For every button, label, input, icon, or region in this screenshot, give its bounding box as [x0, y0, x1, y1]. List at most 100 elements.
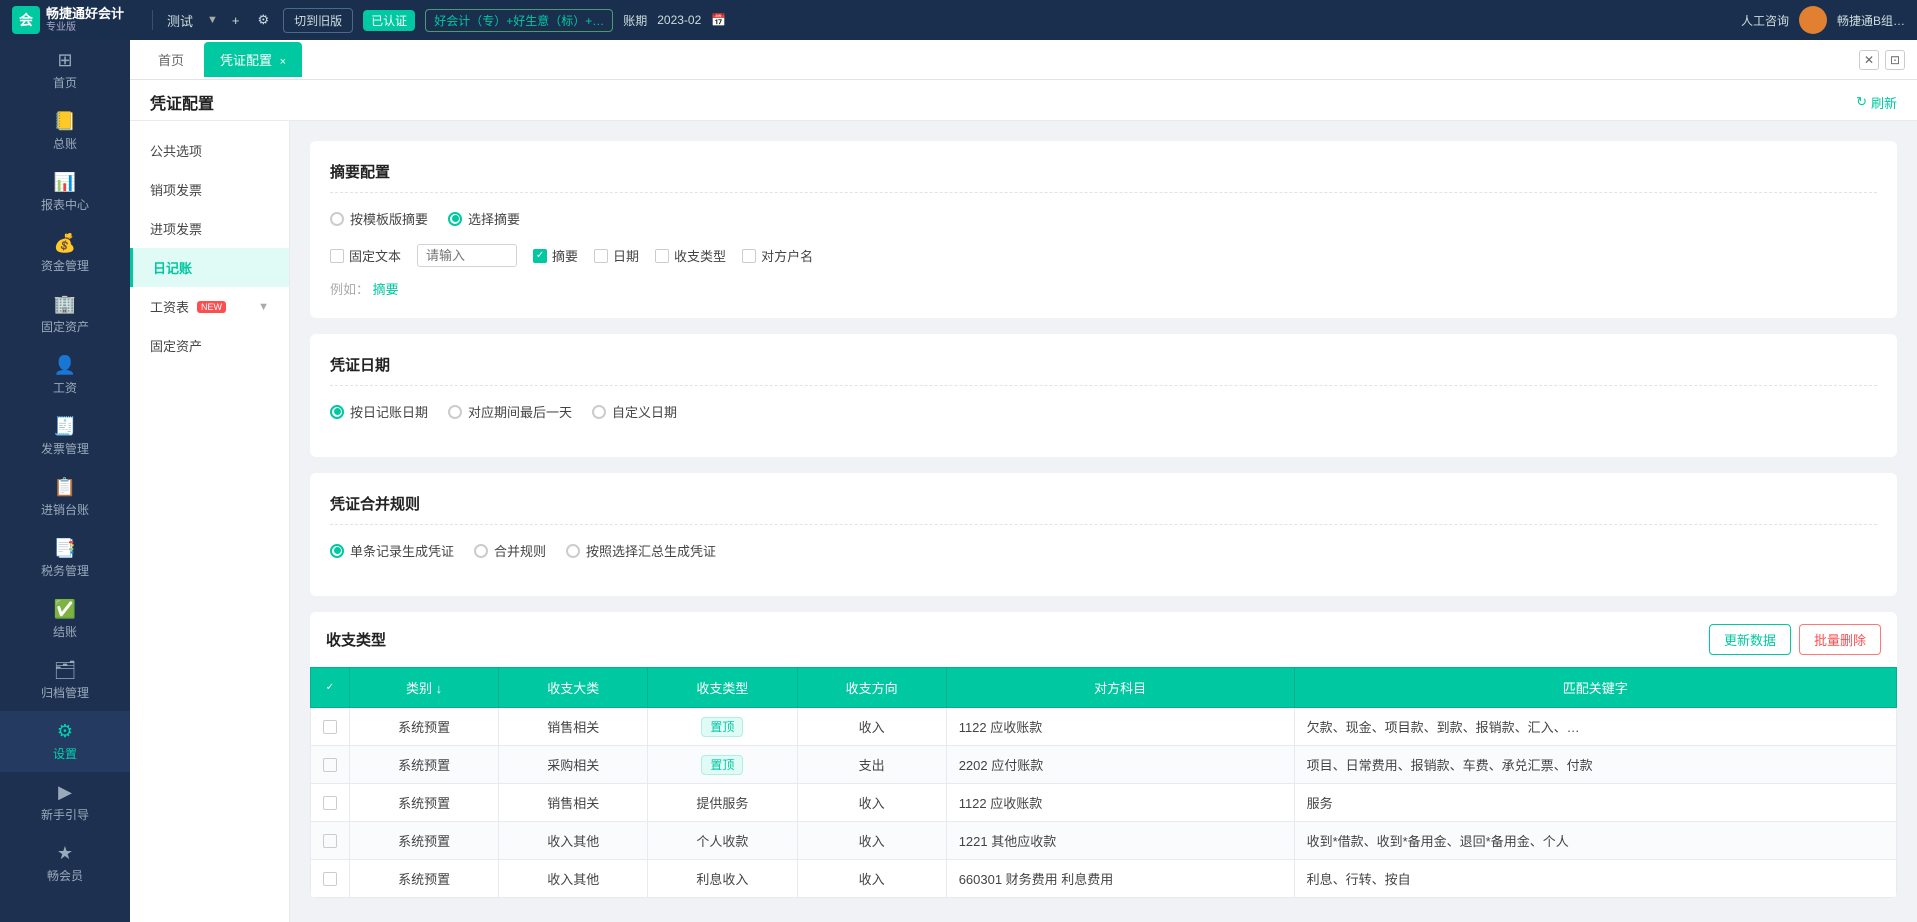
period-value[interactable]: 2023-02	[657, 13, 701, 27]
nav-fixed-assets[interactable]: 固定资产	[130, 326, 289, 365]
window-close-btn[interactable]: ✕	[1859, 50, 1879, 70]
row-sub-type-4: 利息收入	[648, 860, 797, 898]
date-radio-group: 按日记账日期 对应期间最后一天 自定义日期	[330, 402, 1877, 421]
row-checkbox-cell-4[interactable]	[311, 860, 350, 898]
table-row: 系统预置 采购相关 置顶 支出 2202 应付账款 项目、日常费用、报销款、车费…	[311, 746, 1897, 784]
checkbox-group: 固定文本 ✓ 摘要 日期 收支类型	[330, 244, 1877, 267]
nav-purchase[interactable]: 进项发票	[130, 209, 289, 248]
cb-summary[interactable]: ✓ 摘要	[533, 246, 578, 265]
date-section-title: 凭证日期	[330, 354, 1877, 386]
radio-period-last[interactable]: 对应期间最后一天	[448, 402, 572, 421]
sidebar-item-assets[interactable]: 🏢 固定资产	[0, 284, 130, 345]
row-checkbox-cell-1[interactable]	[311, 746, 350, 784]
radio-circle-period-last	[448, 405, 462, 419]
sidebar-item-purchases[interactable]: 📋 进销台账	[0, 467, 130, 528]
cb-counterparty[interactable]: 对方户名	[742, 246, 813, 265]
row-direction-2: 收入	[797, 784, 946, 822]
income-table-section: 收支类型 更新数据 批量删除 ✓ 类别 ↓	[310, 612, 1897, 898]
nav-journal[interactable]: 日记账	[130, 248, 289, 287]
consult-btn[interactable]: 人工咨询	[1741, 12, 1789, 29]
refresh-icon: ↻	[1856, 94, 1867, 110]
row-checkbox-2[interactable]	[323, 796, 337, 810]
cb-fixed-text[interactable]: 固定文本	[330, 246, 401, 265]
sidebar-item-guide[interactable]: ▶ 新手引导	[0, 772, 130, 833]
radio-summary-gen[interactable]: 按照选择汇总生成凭证	[566, 541, 716, 560]
window-maximize-btn[interactable]: ⊡	[1885, 50, 1905, 70]
badge-certified[interactable]: 已认证	[363, 10, 415, 31]
row-checkbox-1[interactable]	[323, 758, 337, 772]
nav-public[interactable]: 公共选项	[130, 131, 289, 170]
sidebar-item-payroll[interactable]: 👤 工资	[0, 345, 130, 406]
settings-icon: ⚙	[57, 721, 73, 742]
calendar-icon[interactable]: 📅	[711, 13, 726, 27]
period-label: 账期	[623, 12, 647, 29]
sidebar-item-funds[interactable]: 💰 资金管理	[0, 223, 130, 284]
row-checkbox-3[interactable]	[323, 834, 337, 848]
nav-sales[interactable]: 销项发票	[130, 170, 289, 209]
batch-delete-btn[interactable]: 批量删除	[1799, 624, 1881, 655]
topbar-dropdown[interactable]: ▼	[207, 14, 218, 26]
topbar-nav-test[interactable]: 测试	[163, 11, 197, 30]
th-select-all[interactable]: ✓	[311, 668, 350, 708]
table-actions: 更新数据 批量删除	[1709, 624, 1881, 655]
refresh-btn[interactable]: ↻ 刷新	[1856, 93, 1897, 112]
cb-date[interactable]: 日期	[594, 246, 639, 265]
user-name[interactable]: 畅捷通B组…	[1837, 12, 1905, 29]
tab-home[interactable]: 首页	[142, 42, 200, 77]
sidebar-item-settings[interactable]: ⚙ 设置	[0, 711, 130, 772]
row-tag-0[interactable]: 置顶	[701, 717, 743, 737]
th-direction: 收支方向	[797, 668, 946, 708]
sidebar-item-tax[interactable]: 📑 税务管理	[0, 528, 130, 589]
row-checkbox-4[interactable]	[323, 872, 337, 886]
archive-icon: 🗂	[54, 660, 77, 681]
tab-close-icon[interactable]: ×	[280, 56, 286, 68]
logo-icon: 会	[12, 6, 40, 34]
sidebar-item-ledger[interactable]: 📒 总账	[0, 101, 130, 162]
radio-single[interactable]: 单条记录生成凭证	[330, 541, 454, 560]
nav-expand-icon[interactable]: ▼	[258, 301, 269, 313]
left-nav: 公共选项 销项发票 进项发票 日记账 工资表 NEW ▼ 固定资产	[130, 121, 290, 922]
row-checkbox-cell-2[interactable]	[311, 784, 350, 822]
radio-merge[interactable]: 合并规则	[474, 541, 546, 560]
tab-voucher-config[interactable]: 凭证配置 ×	[204, 42, 302, 77]
row-tag-1[interactable]: 置顶	[701, 755, 743, 775]
sidebar-item-archive[interactable]: 🗂 归档管理	[0, 650, 130, 711]
topbar-gear[interactable]: ⚙	[254, 12, 274, 28]
merge-section: 凭证合并规则 单条记录生成凭证 合并规则	[310, 473, 1897, 596]
row-direction-3: 收入	[797, 822, 946, 860]
logo: 会 畅捷通好会计 专业版	[12, 6, 142, 34]
update-data-btn[interactable]: 更新数据	[1709, 624, 1791, 655]
user-avatar[interactable]	[1799, 6, 1827, 34]
page-title: 凭证配置	[150, 90, 214, 114]
fixed-text-input[interactable]	[417, 244, 517, 267]
row-checkbox-cell-0[interactable]	[311, 708, 350, 746]
sidebar-item-home[interactable]: ⊞ 首页	[0, 40, 130, 101]
sidebar-item-reports[interactable]: 📊 报表中心	[0, 162, 130, 223]
cb-counterparty-box[interactable]	[742, 249, 756, 263]
radio-dot-single	[334, 547, 341, 554]
guide-icon: ▶	[58, 782, 72, 803]
row-main-type-3: 收入其他	[499, 822, 648, 860]
cb-type-box[interactable]	[655, 249, 669, 263]
cb-summary-box[interactable]: ✓	[533, 249, 547, 263]
summary-section: 摘要配置 按模板版摘要 选择摘要	[310, 141, 1897, 318]
cb-date-box[interactable]	[594, 249, 608, 263]
switch-btn[interactable]: 切到旧版	[283, 8, 353, 33]
radio-journal-date[interactable]: 按日记账日期	[330, 402, 428, 421]
badge-apps[interactable]: 好会计（专）+好生意（标）+…	[425, 9, 613, 32]
nav-payroll[interactable]: 工资表 NEW ▼	[130, 287, 289, 326]
radio-select[interactable]: 选择摘要	[448, 209, 520, 228]
select-all-checkbox[interactable]: ✓	[323, 681, 337, 695]
radio-custom-date[interactable]: 自定义日期	[592, 402, 677, 421]
sidebar-item-settle[interactable]: ✅ 结账	[0, 589, 130, 650]
sidebar-item-invoice[interactable]: 🧾 发票管理	[0, 406, 130, 467]
cb-type[interactable]: 收支类型	[655, 246, 726, 265]
cb-fixed-text-box[interactable]	[330, 249, 344, 263]
row-sub-type-0: 置顶	[648, 708, 797, 746]
th-account: 对方科目	[946, 668, 1294, 708]
radio-template[interactable]: 按模板版摘要	[330, 209, 428, 228]
topbar-plus[interactable]: +	[228, 13, 244, 28]
row-checkbox-0[interactable]	[323, 720, 337, 734]
sidebar-item-member[interactable]: ★ 畅会员	[0, 833, 130, 894]
row-checkbox-cell-3[interactable]	[311, 822, 350, 860]
